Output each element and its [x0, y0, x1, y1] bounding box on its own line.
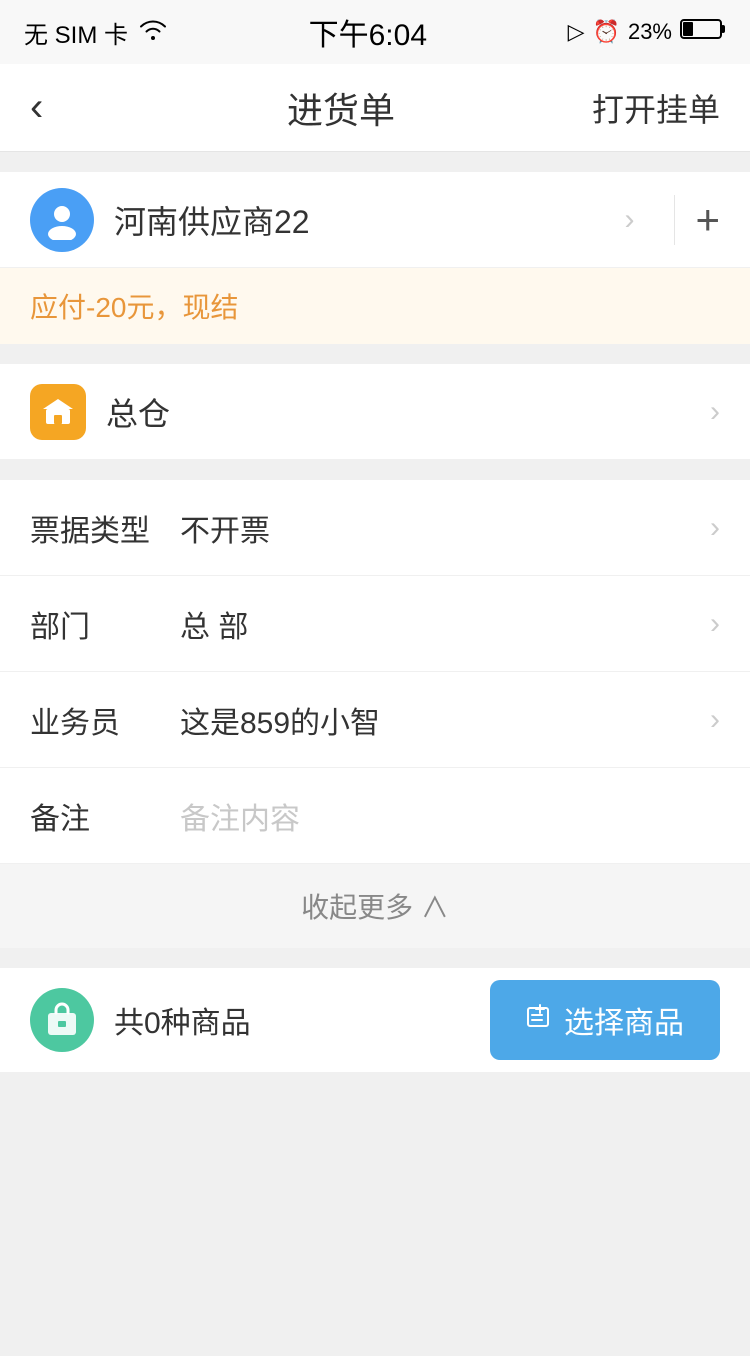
salesperson-chevron-icon: › [710, 703, 720, 737]
department-value: 总 部 [170, 602, 710, 646]
supplier-section: 河南供应商22 › + 应付-20元，现结 [0, 172, 750, 344]
alarm-icon: ⏰ [593, 19, 620, 45]
collapse-label: 收起更多 ∧ [301, 886, 449, 926]
supplier-row[interactable]: 河南供应商22 › + [0, 172, 750, 268]
section-gap-4 [0, 948, 750, 968]
select-product-button[interactable]: 选择商品 [490, 980, 720, 1060]
battery-text: 23% [628, 19, 672, 45]
department-row[interactable]: 部门 总 部 › [0, 576, 750, 672]
open-pending-button[interactable]: 打开挂单 [592, 85, 720, 131]
warehouse-row[interactable]: 总仓 › [0, 364, 750, 460]
salesperson-row[interactable]: 业务员 这是859的小智 › [0, 672, 750, 768]
empty-area [0, 1072, 750, 1356]
warehouse-label: 总仓 [106, 389, 710, 435]
warehouse-icon [30, 384, 86, 440]
back-button[interactable]: ‹ [30, 85, 90, 130]
invoice-type-label: 票据类型 [30, 506, 170, 550]
status-left: 无 SIM 卡 [24, 15, 168, 50]
section-gap-2 [0, 344, 750, 364]
section-gap-1 [0, 152, 750, 172]
notice-text: 应付-20元，现结 [30, 292, 238, 323]
status-bar: 无 SIM 卡 下午6:04 ▷ ⏰ 23% [0, 0, 750, 64]
status-right: ▷ ⏰ 23% [568, 18, 726, 46]
salesperson-label: 业务员 [30, 698, 170, 742]
warehouse-chevron-icon: › [710, 395, 720, 429]
collapse-row[interactable]: 收起更多 ∧ [0, 864, 750, 948]
select-product-label: 选择商品 [564, 998, 684, 1042]
department-chevron-icon: › [710, 607, 720, 641]
remark-input[interactable]: 备注内容 [170, 794, 720, 838]
nav-bar: ‹ 进货单 打开挂单 [0, 64, 750, 152]
supplier-avatar [30, 188, 94, 252]
invoice-type-row[interactable]: 票据类型 不开票 › [0, 480, 750, 576]
product-count: 共0种商品 [114, 998, 490, 1042]
page-title: 进货单 [287, 82, 395, 134]
status-time: 下午6:04 [309, 10, 427, 54]
supplier-chevron-icon: › [624, 203, 634, 237]
battery-icon [680, 18, 726, 46]
select-product-icon [526, 1003, 554, 1038]
invoice-type-value: 不开票 [170, 506, 710, 550]
divider [674, 195, 675, 245]
form-section: 票据类型 不开票 › 部门 总 部 › 业务员 这是859的小智 › 备注 备注… [0, 480, 750, 864]
remark-row[interactable]: 备注 备注内容 [0, 768, 750, 864]
wifi-icon [138, 18, 168, 47]
invoice-type-chevron-icon: › [710, 511, 720, 545]
supplier-name: 河南供应商22 [114, 197, 624, 243]
department-label: 部门 [30, 602, 170, 646]
carrier-text: 无 SIM 卡 [24, 15, 128, 50]
bottom-bar: 共0种商品 选择商品 [0, 968, 750, 1072]
notice-banner: 应付-20元，现结 [0, 268, 750, 344]
add-supplier-button[interactable]: + [695, 199, 720, 241]
location-icon: ▷ [568, 19, 585, 45]
section-gap-3 [0, 460, 750, 480]
warehouse-section: 总仓 › [0, 364, 750, 460]
salesperson-value: 这是859的小智 [170, 698, 710, 742]
remark-label: 备注 [30, 794, 170, 838]
product-icon [30, 988, 94, 1052]
